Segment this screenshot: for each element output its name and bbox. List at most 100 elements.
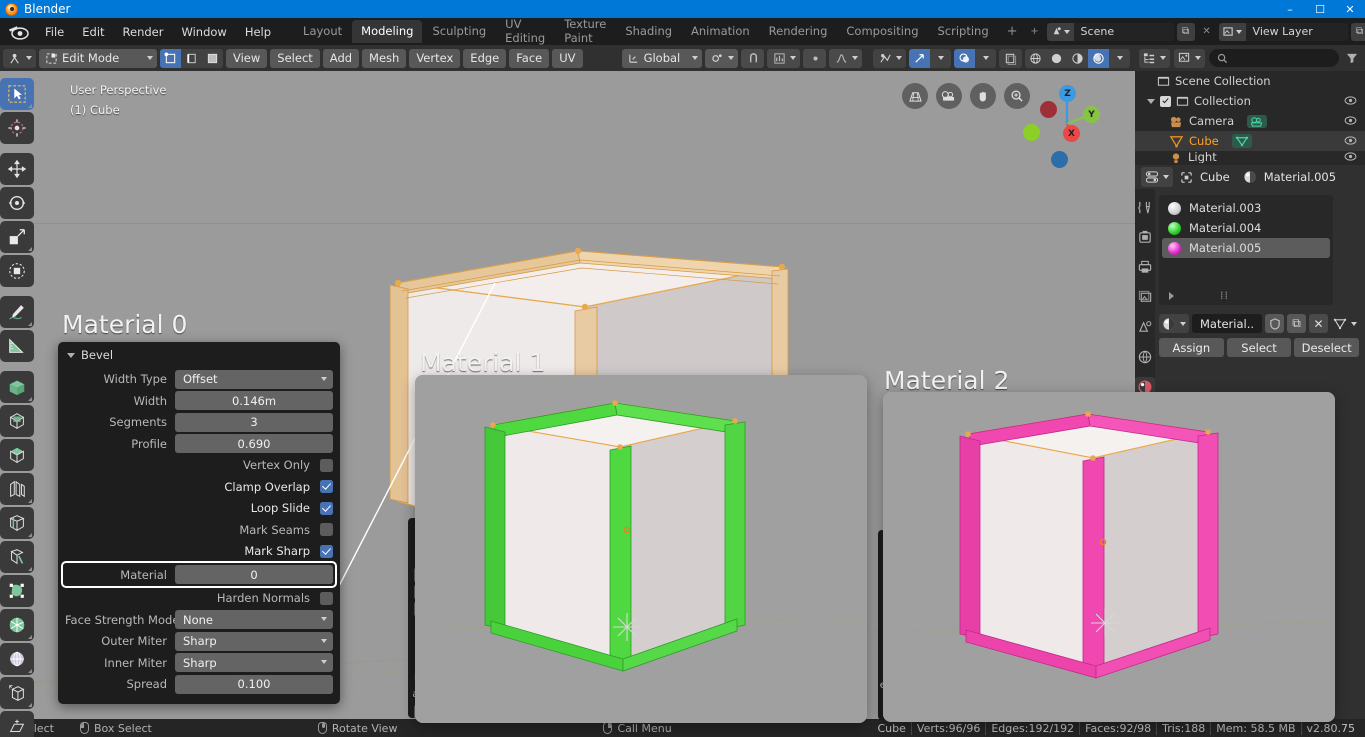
material-slot-2[interactable]: Material.005 [1162,238,1331,258]
falloff-curve-button[interactable] [828,48,862,68]
tool-cursor[interactable] [0,112,34,144]
tab-compositing[interactable]: Compositing [837,20,927,43]
collection-checkbox[interactable] [1160,95,1171,107]
menu-uv[interactable]: UV [552,48,583,68]
gizmo-axis-x[interactable]: X [1063,125,1080,142]
view-layer-browse-icon[interactable] [1218,22,1246,41]
width-field[interactable]: 0.146m [175,391,333,410]
outliner-display-mode-button[interactable] [1174,48,1205,68]
pivot-point-button[interactable] [704,48,738,68]
overlays-icon[interactable] [954,48,975,68]
tool-bevel[interactable] [0,473,34,505]
xray-icon[interactable] [999,48,1022,68]
tool-spin[interactable] [0,609,34,641]
new-material-icon[interactable]: ⧉ [1287,314,1307,333]
tab-scripting[interactable]: Scripting [929,20,998,43]
overlays-dropdown-icon[interactable] [975,48,996,68]
material-slot-0[interactable]: Material.003 [1162,198,1330,218]
tool-extrude[interactable] [0,405,34,437]
tool-tweak[interactable] [0,78,34,110]
grid-toggle-icon[interactable] [902,83,928,109]
tab-sculpting[interactable]: Sculpting [423,20,495,43]
tab-rendering[interactable]: Rendering [760,20,837,43]
snap-target-button[interactable] [766,48,800,68]
gizmo-axis-x-negative[interactable] [1051,151,1068,168]
tool-knife[interactable] [0,541,34,573]
menu-render[interactable]: Render [114,23,173,41]
properties-tab-tool[interactable] [1135,197,1155,217]
object-visibility-button[interactable] [873,48,906,68]
add-scene-icon[interactable]: + [1026,23,1044,41]
properties-tab-output[interactable] [1135,257,1155,277]
scene-name[interactable]: Scene [1074,25,1174,38]
breadcrumb-material-label[interactable]: Material.005 [1264,170,1336,184]
outliner-search-input[interactable] [1209,49,1339,67]
menu-edit[interactable]: Edit [73,23,113,41]
vertex-select-icon[interactable] [160,48,181,68]
proportional-edit-button[interactable] [802,48,826,68]
mesh-data-icon[interactable] [1331,314,1359,333]
segments-field[interactable]: 3 [175,412,333,432]
material-preview-icon[interactable] [1067,48,1088,68]
visibility-eye-icon[interactable] [1344,115,1357,128]
tool-scale[interactable] [0,221,34,253]
properties-tab-view-layer[interactable] [1135,287,1155,307]
gizmo-axis-z-negative[interactable] [1040,101,1057,118]
tool-transform[interactable] [0,255,34,287]
outliner-row-collection[interactable]: Collection [1135,91,1365,111]
pan-view-icon[interactable] [970,83,996,109]
close-button[interactable]: ✕ [1335,0,1365,18]
tool-annotate[interactable] [0,296,34,328]
breadcrumb-object-label[interactable]: Cube [1200,170,1230,184]
transform-orientation-selector[interactable]: Global [621,48,702,68]
rendered-shading-icon[interactable] [1088,48,1109,68]
new-scene-icon[interactable]: ⧉ [1176,22,1195,41]
material-slot-list[interactable]: Material.003 Material.004 Material.005 ⁞… [1159,195,1334,305]
tool-loop-cut[interactable] [0,507,34,539]
tool-smooth[interactable] [0,643,34,675]
add-workspace-button[interactable]: + [999,22,1026,41]
menu-edge[interactable]: Edge [463,48,507,68]
deselect-button[interactable]: Deselect [1294,338,1360,357]
vertex-only-checkbox[interactable] [320,458,333,472]
gizmo-icon[interactable] [909,48,930,68]
dots-icon[interactable]: ⁞⁞ [1220,289,1229,302]
properties-tab-render[interactable] [1135,227,1155,247]
view-layer-selector[interactable]: View Layer [1218,22,1348,41]
remove-scene-icon[interactable]: ✕ [1198,23,1216,41]
tool-shear[interactable] [0,711,34,737]
menu-add[interactable]: Add [322,48,360,68]
outer-miter-select[interactable]: Sharp [175,631,333,651]
tab-animation[interactable]: Animation [682,20,759,43]
menu-mesh[interactable]: Mesh [362,48,407,68]
tool-add-cube[interactable] [0,371,34,403]
menu-vertex[interactable]: Vertex [409,48,461,68]
scene-browse-icon[interactable] [1046,22,1074,41]
mesh-data-icon[interactable] [1231,134,1252,148]
blender-menu-icon[interactable] [7,24,29,40]
face-strength-select[interactable]: None [175,610,333,629]
mark-sharp-checkbox[interactable] [320,544,333,558]
properties-tab-scene[interactable] [1135,317,1155,337]
edge-select-icon[interactable] [181,48,202,68]
gizmo-axis-y-negative[interactable] [1023,124,1040,141]
menu-window[interactable]: Window [172,23,235,41]
bevel-panel-header[interactable]: Bevel [58,342,340,367]
outliner-editor-type-button[interactable] [1139,48,1170,68]
tab-shading[interactable]: Shading [616,20,681,43]
material-field[interactable]: 0 [175,565,333,584]
menu-help[interactable]: Help [236,23,280,41]
harden-normals-checkbox[interactable] [320,591,333,605]
viewport-axis-gizmo[interactable]: Z Y X [1021,79,1113,171]
mark-seams-checkbox[interactable] [320,523,333,536]
spread-field[interactable]: 0.100 [175,674,333,694]
editor-type-button[interactable] [3,48,36,68]
outliner-row-cube[interactable]: Cube [1135,131,1365,151]
new-view-layer-icon[interactable]: ⧉ [1350,22,1365,41]
clamp-overlap-checkbox[interactable] [320,480,333,493]
menu-file[interactable]: File [36,23,73,41]
tool-shrink-fatten[interactable] [0,677,34,709]
shading-dropdown-icon[interactable] [1109,48,1130,68]
snap-button[interactable] [740,48,764,68]
view-layer-name[interactable]: View Layer [1246,25,1348,38]
